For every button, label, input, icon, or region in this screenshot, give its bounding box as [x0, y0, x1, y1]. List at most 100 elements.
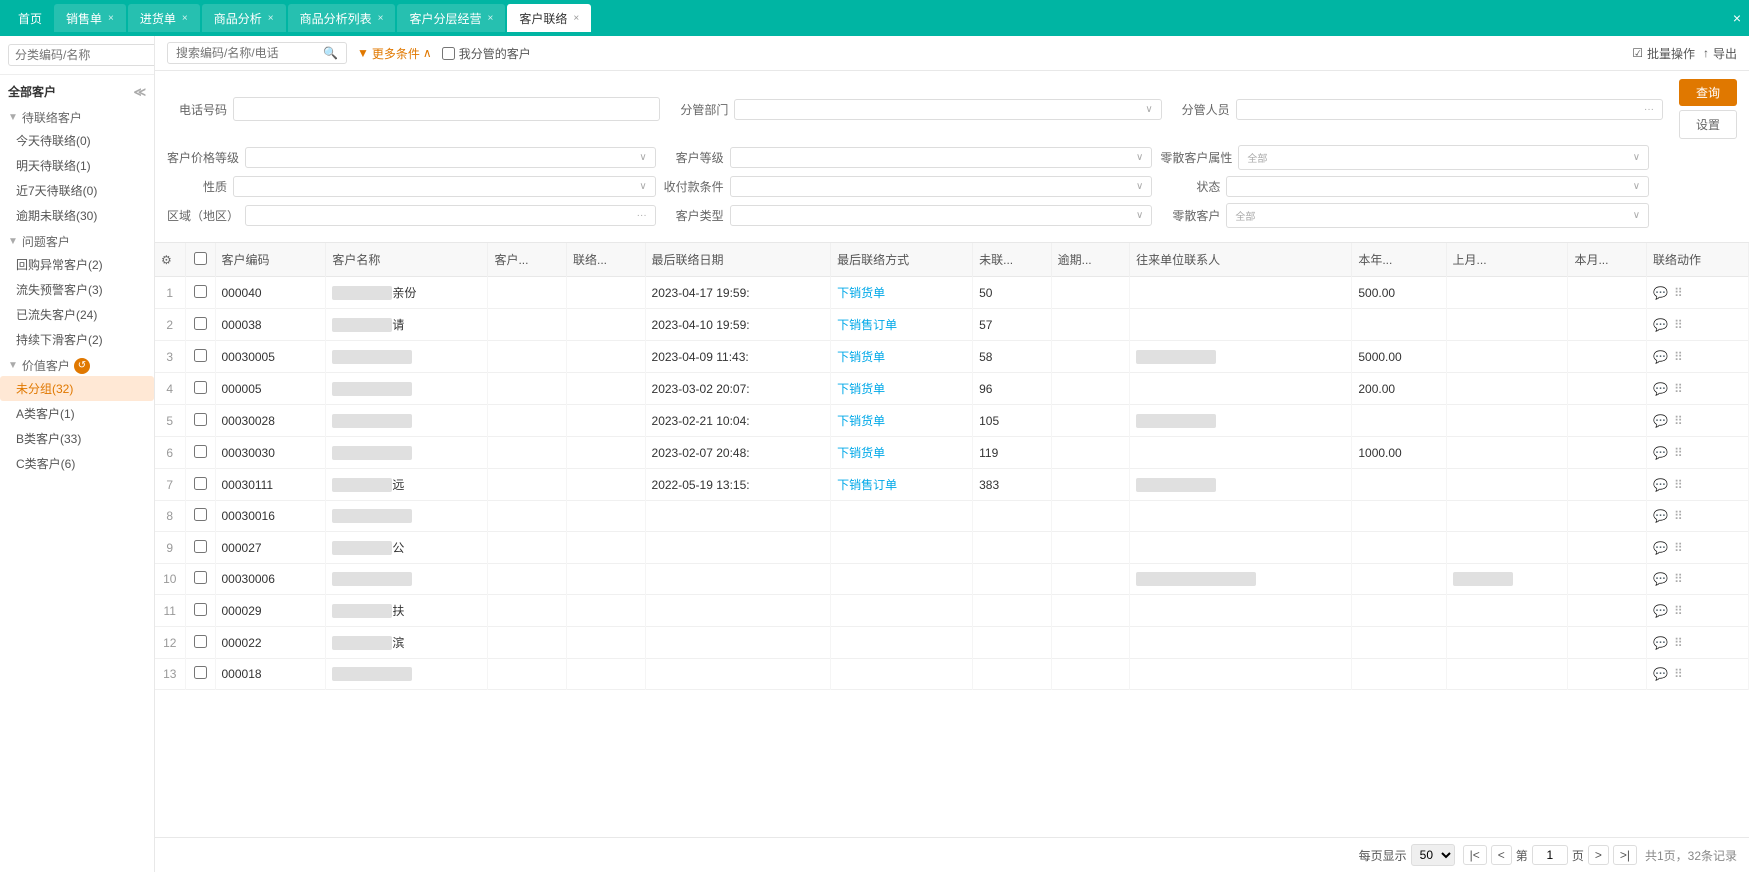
- select-all-checkbox[interactable]: [194, 252, 207, 265]
- collapse-sidebar-icon[interactable]: ≪: [133, 85, 146, 99]
- more-action-icon[interactable]: ⠿: [1674, 572, 1683, 586]
- nav-tab-product-analysis[interactable]: 商品分析 ×: [202, 4, 286, 32]
- contact-action-icon[interactable]: 💬: [1653, 286, 1668, 300]
- contact-action-icon[interactable]: 💬: [1653, 509, 1668, 523]
- sidebar-item-class-a[interactable]: A类客户(1): [0, 401, 154, 426]
- nav-tab-customer-contact[interactable]: 客户联络 ×: [507, 4, 591, 32]
- contact-action-icon[interactable]: 💬: [1653, 318, 1668, 332]
- region-select[interactable]: ···: [245, 205, 656, 226]
- sidebar-item-today[interactable]: 今天待联络(0): [0, 128, 154, 153]
- row-checkbox[interactable]: [194, 285, 207, 298]
- nav-tab-customer-ops[interactable]: 客户分层经营 ×: [397, 4, 505, 32]
- close-all-icon[interactable]: ×: [1733, 10, 1741, 26]
- contact-type-link[interactable]: 下销货单: [837, 382, 885, 396]
- nav-tab-product-list-close[interactable]: ×: [378, 13, 384, 24]
- more-action-icon[interactable]: ⠿: [1674, 318, 1683, 332]
- contact-type-link[interactable]: 下销售订单: [837, 318, 897, 332]
- search-icon[interactable]: 🔍: [323, 46, 338, 60]
- status-select[interactable]: ∨: [1226, 176, 1649, 197]
- th-checkbox[interactable]: [185, 243, 215, 277]
- person-select[interactable]: ···: [1236, 99, 1663, 120]
- more-action-icon[interactable]: ⠿: [1674, 382, 1683, 396]
- batch-op-btn[interactable]: ☑ 批量操作: [1632, 45, 1695, 62]
- sidebar-item-class-b[interactable]: B类客户(33): [0, 426, 154, 451]
- row-checkbox[interactable]: [194, 477, 207, 490]
- sidebar-item-declining[interactable]: 持续下滑客户(2): [0, 327, 154, 352]
- contact-action-icon[interactable]: 💬: [1653, 636, 1668, 650]
- sidebar-item-abnormal[interactable]: 回购异常客户(2): [0, 252, 154, 277]
- contact-action-icon[interactable]: 💬: [1653, 446, 1668, 460]
- row-checkbox[interactable]: [194, 571, 207, 584]
- contact-type-link[interactable]: 下销货单: [837, 350, 885, 364]
- next-page-btn[interactable]: >: [1588, 845, 1609, 865]
- contact-action-icon[interactable]: 💬: [1653, 572, 1668, 586]
- page-input[interactable]: [1532, 845, 1568, 865]
- sidebar-item-tomorrow[interactable]: 明天待联络(1): [0, 153, 154, 178]
- th-settings[interactable]: ⚙: [155, 243, 185, 277]
- row-checkbox[interactable]: [194, 508, 207, 521]
- more-action-icon[interactable]: ⠿: [1674, 350, 1683, 364]
- my-customers-check[interactable]: [442, 47, 455, 60]
- per-page-select[interactable]: 50: [1411, 844, 1455, 866]
- row-checkbox[interactable]: [194, 317, 207, 330]
- contact-action-icon[interactable]: 💬: [1653, 382, 1668, 396]
- row-checkbox[interactable]: [194, 540, 207, 553]
- search-input[interactable]: [176, 46, 319, 60]
- row-checkbox[interactable]: [194, 381, 207, 394]
- contact-type-link[interactable]: 下销货单: [837, 286, 885, 300]
- row-checkbox[interactable]: [194, 666, 207, 679]
- sidebar-item-7days[interactable]: 近7天待联络(0): [0, 178, 154, 203]
- query-btn[interactable]: 查询: [1679, 79, 1737, 106]
- nav-tab-purchase-close[interactable]: ×: [182, 13, 188, 24]
- contact-action-icon[interactable]: 💬: [1653, 414, 1668, 428]
- more-action-icon[interactable]: ⠿: [1674, 667, 1683, 681]
- contact-action-icon[interactable]: 💬: [1653, 604, 1668, 618]
- gender-select[interactable]: ∨: [233, 176, 656, 197]
- row-checkbox[interactable]: [194, 413, 207, 426]
- zero-customer-select[interactable]: 全部∨: [1226, 203, 1649, 228]
- settings-icon[interactable]: ⚙: [161, 253, 172, 267]
- row-checkbox[interactable]: [194, 445, 207, 458]
- contact-type-link[interactable]: 下销货单: [837, 414, 885, 428]
- nav-tab-purchase[interactable]: 进货单 ×: [128, 4, 200, 32]
- sidebar-search-input[interactable]: [8, 44, 155, 66]
- dept-select[interactable]: ∨: [734, 99, 1161, 120]
- nav-tab-customer-contact-close[interactable]: ×: [573, 13, 579, 24]
- more-action-icon[interactable]: ⠿: [1674, 541, 1683, 555]
- reset-btn[interactable]: 设置: [1679, 110, 1737, 139]
- row-checkbox[interactable]: [194, 603, 207, 616]
- row-checkbox[interactable]: [194, 635, 207, 648]
- my-customers-checkbox[interactable]: 我分管的客户: [442, 45, 531, 62]
- contact-type-link[interactable]: 下销售订单: [837, 478, 897, 492]
- nav-tab-sales[interactable]: 销售单 ×: [54, 4, 126, 32]
- more-conditions-btn[interactable]: ▼ 更多条件 ∧: [357, 45, 432, 62]
- export-btn[interactable]: ↑ 导出: [1703, 45, 1737, 62]
- contact-action-icon[interactable]: 💬: [1653, 350, 1668, 364]
- nav-home[interactable]: 首页: [8, 10, 52, 27]
- price-level-select[interactable]: ∨: [245, 147, 656, 168]
- nav-tab-product-analysis-close[interactable]: ×: [268, 13, 274, 24]
- sidebar-item-churn-warning[interactable]: 流失预警客户(3): [0, 277, 154, 302]
- more-action-icon[interactable]: ⠿: [1674, 509, 1683, 523]
- contact-action-icon[interactable]: 💬: [1653, 541, 1668, 555]
- contact-type-link[interactable]: 下销货单: [837, 446, 885, 460]
- nav-tab-sales-close[interactable]: ×: [108, 13, 114, 24]
- more-action-icon[interactable]: ⠿: [1674, 636, 1683, 650]
- contact-action-icon[interactable]: 💬: [1653, 667, 1668, 681]
- more-action-icon[interactable]: ⠿: [1674, 604, 1683, 618]
- customer-type-select[interactable]: ∨: [730, 205, 1153, 226]
- first-page-btn[interactable]: |<: [1463, 845, 1487, 865]
- more-action-icon[interactable]: ⠿: [1674, 478, 1683, 492]
- phone-input[interactable]: [233, 97, 660, 121]
- more-action-icon[interactable]: ⠿: [1674, 286, 1683, 300]
- nav-tab-customer-ops-close[interactable]: ×: [487, 13, 493, 24]
- refresh-icon[interactable]: ↺: [74, 358, 90, 374]
- sidebar-item-overdue[interactable]: 逾期未联络(30): [0, 203, 154, 228]
- customer-level-select[interactable]: ∨: [730, 147, 1153, 168]
- more-action-icon[interactable]: ⠿: [1674, 446, 1683, 460]
- payment-select[interactable]: ∨: [730, 176, 1153, 197]
- sidebar-item-ungrouped[interactable]: 未分组(32): [0, 376, 154, 401]
- last-page-btn[interactable]: >|: [1613, 845, 1637, 865]
- contact-action-icon[interactable]: 💬: [1653, 478, 1668, 492]
- more-action-icon[interactable]: ⠿: [1674, 414, 1683, 428]
